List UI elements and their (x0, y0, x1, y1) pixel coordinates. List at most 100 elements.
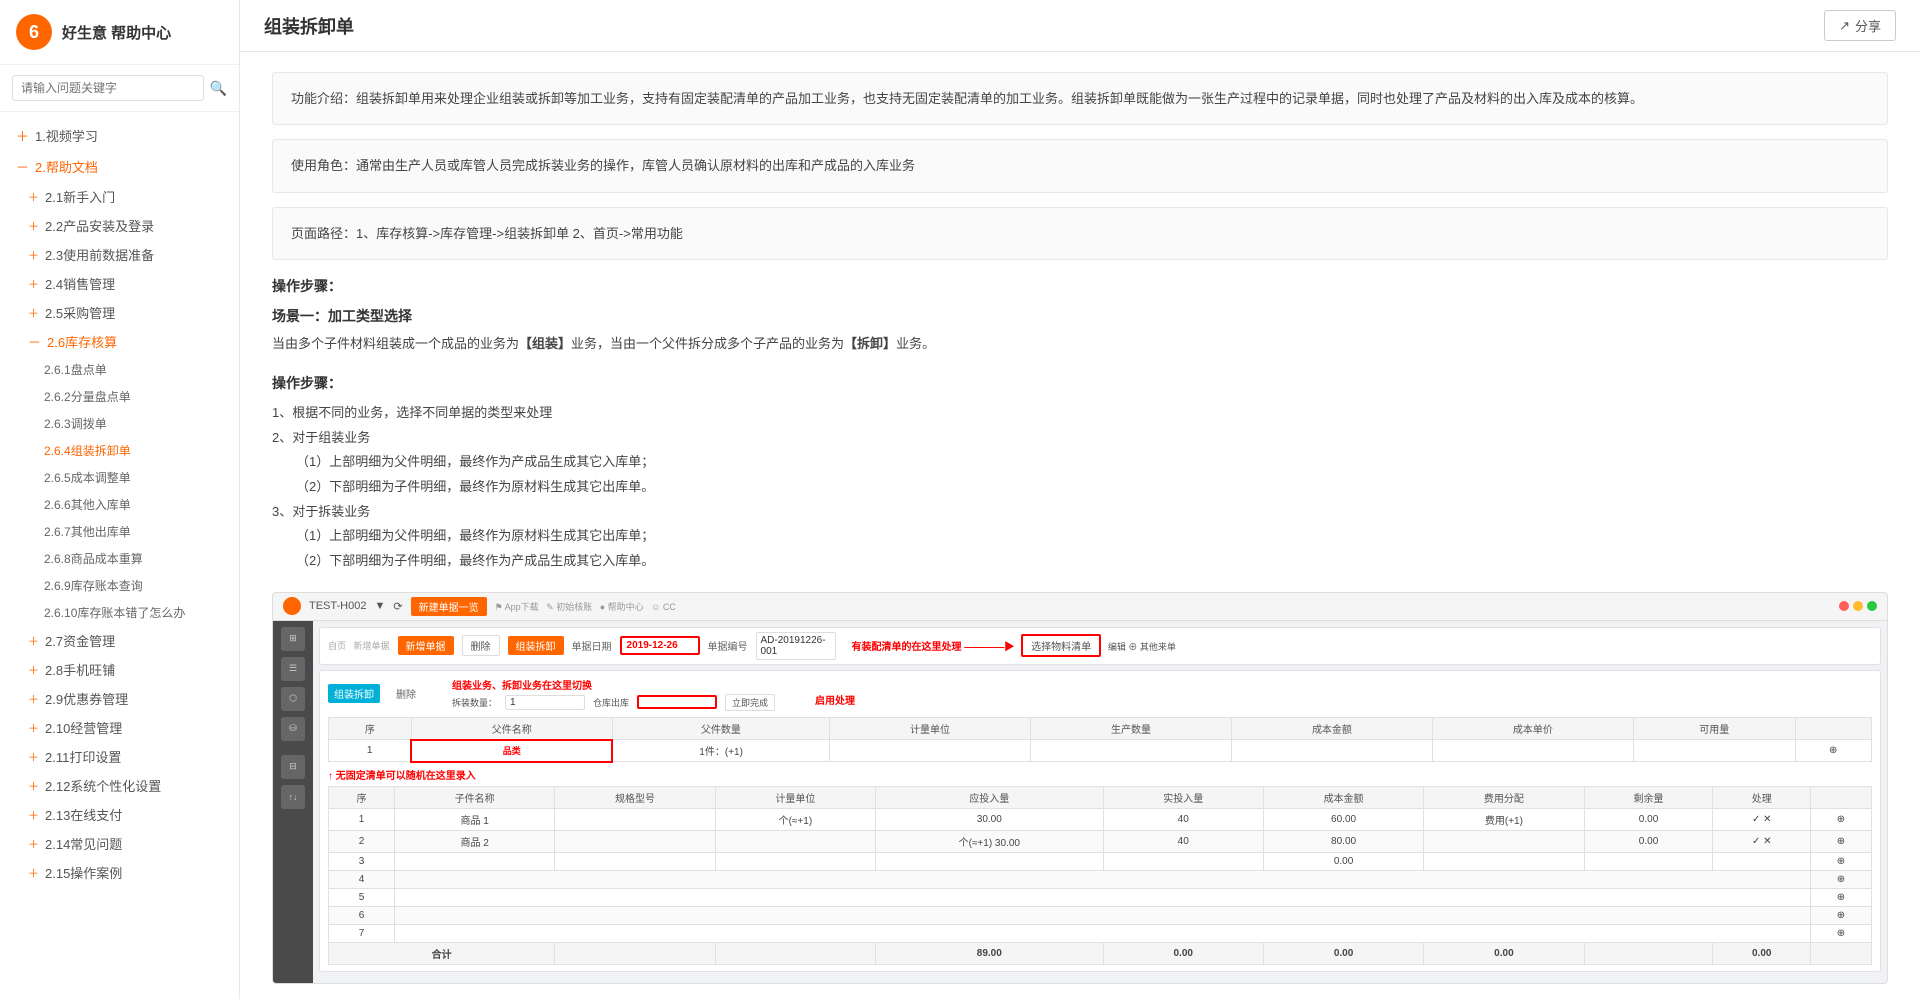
sidebar-item-2-6-6[interactable]: 2.6.6其他入库单 (44, 491, 239, 518)
crow-4-op[interactable]: ⊕ (1810, 870, 1871, 888)
crow-7-empty (395, 924, 1811, 942)
date-label: 单据日期 (572, 638, 612, 653)
crow-6-op[interactable]: ⊕ (1810, 906, 1871, 924)
search-input[interactable] (12, 75, 204, 101)
expand-icon-2-12: ＋ (28, 778, 39, 794)
expand-icon-2-15: ＋ (28, 865, 39, 881)
op-steps-title: 操作步骤： (272, 276, 1888, 296)
crow-1-op[interactable]: ⊕ (1810, 808, 1871, 830)
app-nav-icon-6[interactable]: ↑↓ (281, 785, 305, 809)
wh-value[interactable] (637, 695, 717, 709)
app-logo-icon (283, 597, 301, 615)
crow-7-op[interactable]: ⊕ (1810, 924, 1871, 942)
share-button[interactable]: ↗ 分享 (1824, 10, 1896, 41)
crow-5-op[interactable]: ⊕ (1810, 888, 1871, 906)
sidebar-label-2-6: 2.6库存核算 (47, 332, 117, 351)
footer-total-8: 0.00 (1713, 942, 1810, 964)
sidebar-label-2-3: 2.3使用前数据准备 (45, 245, 154, 264)
app-main-content: 自页 新增单据 新增单据 删除 组装拆卸 单据日期 2019-12-26 单据编… (313, 621, 1887, 983)
sidebar-item-2-6-1[interactable]: 2.6.1盘点单 (44, 356, 239, 383)
tab-org: 组装拆卸 (328, 684, 380, 703)
annotation-btn-1[interactable]: 选择物料清单 (1021, 634, 1101, 657)
app-nav-icon-1[interactable]: ⊞ (281, 627, 305, 651)
toolbar-btns-right: 编辑 ⊕ 其他来单 (1108, 642, 1176, 652)
screenshot-body: ⊞ ☰ ⬡ ⛁ ⊟ ↑↓ 自页 新增单据 新增单据 删除 组装拆卸 (273, 621, 1887, 983)
sidebar-item-2-6-2[interactable]: 2.6.2分量盘点单 (44, 383, 239, 410)
logo-area: 6 好生意 帮助中心 (0, 0, 239, 65)
sidebar-item-2-2[interactable]: ＋ 2.2产品安装及登录 (28, 211, 239, 240)
sidebar-item-2-6-4[interactable]: 2.6.4组装拆卸单 (44, 437, 239, 464)
search-icon[interactable]: 🔍 (210, 80, 227, 97)
crow-6-empty (395, 906, 1811, 924)
screenshot-titlebar: TEST-H002 ▼ ⟳ 新建单据一览 ⚑ App下载 ✎ 初始核账 ● 帮助… (273, 593, 1887, 621)
sidebar-item-2-10[interactable]: ＋ 2.10经营管理 (28, 713, 239, 742)
annotation-area-2: 组装业务、拆卸业务在这里切换 拆装数量： 1 仓库出库 立即完成 (452, 677, 775, 711)
form-row-main: 组装拆卸 删除 组装业务、拆卸业务在这里切换 拆装数量： 1 仓库出库 (328, 677, 1872, 711)
sidebar-item-2-9[interactable]: ＋ 2.9优惠券管理 (28, 684, 239, 713)
new-doc-btn[interactable]: 新建单据一览 (411, 597, 487, 616)
crow-1-proc: ✓ ✕ (1713, 808, 1810, 830)
sidebar-item-1[interactable]: ＋ 1.视频学习 (0, 120, 239, 151)
minimize-btn[interactable] (1853, 601, 1863, 611)
cth-fee: 费用分配 (1424, 786, 1584, 808)
sidebar-item-2-3[interactable]: ＋ 2.3使用前数据准备 (28, 240, 239, 269)
sidebar-item-2-13[interactable]: ＋ 2.13在线支付 (28, 800, 239, 829)
cth-spec: 规格型号 (555, 786, 715, 808)
sidebar-label-2-2: 2.2产品安装及登录 (45, 216, 154, 235)
app-nav-icon-3[interactable]: ⬡ (281, 687, 305, 711)
sidebar-item-2-8[interactable]: ＋ 2.8手机旺铺 (28, 655, 239, 684)
toolbar-btn-new[interactable]: 新增单据 (398, 636, 454, 655)
sidebar-item-2-6-10[interactable]: 2.6.10库存账本错了怎么办 (44, 599, 239, 626)
crow-4-seq: 4 (329, 870, 395, 888)
sidebar-item-2[interactable]: － 2.帮助文档 (0, 151, 239, 182)
refresh-icon: ⟳ (393, 600, 402, 613)
crow-2-unit (715, 830, 875, 852)
annotation-text-2: 组装业务、拆卸业务在这里切换 (452, 681, 592, 692)
sidebar-item-2-15[interactable]: ＋ 2.15操作案例 (28, 858, 239, 887)
crow-3-name (395, 852, 555, 870)
cth-op (1810, 786, 1871, 808)
sidebar-item-2-6-3[interactable]: 2.6.3调拨单 (44, 410, 239, 437)
sidebar-item-2-11[interactable]: ＋ 2.11打印设置 (28, 742, 239, 771)
footer-total-2 (715, 942, 875, 964)
toolbar-btn-assemble[interactable]: 组装拆卸 (508, 636, 564, 655)
crow-3-op[interactable]: ⊕ (1810, 852, 1871, 870)
app-nav-icon-2[interactable]: ☰ (281, 657, 305, 681)
expand-icon-2-3: ＋ (28, 247, 39, 263)
expand-icon-2-10: ＋ (28, 720, 39, 736)
sidebar-item-2-5[interactable]: ＋ 2.5采购管理 (28, 298, 239, 327)
count-value[interactable]: 1 (505, 695, 585, 710)
annotation-area-3: 启用处理 (815, 680, 855, 707)
crow-1-seq: 1 (329, 808, 395, 830)
titlebar-left: TEST-H002 ▼ ⟳ 新建单据一览 ⚑ App下载 ✎ 初始核账 ● 帮助… (283, 597, 676, 616)
crow-1-cost: 60.00 (1263, 808, 1423, 830)
maximize-btn[interactable] (1867, 601, 1877, 611)
doc-value: AD-20191226-001 (756, 632, 836, 660)
toolbar-btn-delete[interactable]: 删除 (462, 635, 500, 656)
th-parent-qty: 父件数量 (612, 717, 829, 740)
th-unit: 计量单位 (829, 717, 1030, 740)
sidebar-item-2-7[interactable]: ＋ 2.7资金管理 (28, 626, 239, 655)
sidebar-item-2-6-7[interactable]: 2.6.7其他出库单 (44, 518, 239, 545)
footer-total-6: 0.00 (1424, 942, 1584, 964)
app-nav-icon-5[interactable]: ⊟ (281, 755, 305, 779)
confirm-btn[interactable]: 立即完成 (725, 694, 775, 711)
close-btn[interactable] (1839, 601, 1849, 611)
sidebar-item-2-12[interactable]: ＋ 2.12系统个性化设置 (28, 771, 239, 800)
app-nav-icon-4[interactable]: ⛁ (281, 717, 305, 741)
sidebar-item-2-6[interactable]: － 2.6库存核算 (28, 327, 239, 356)
sidebar-item-2-6-8[interactable]: 2.6.8商品成本重算 (44, 545, 239, 572)
crow-2-fee (1424, 830, 1584, 852)
sidebar-label-1: 1.视频学习 (35, 126, 98, 145)
sidebar-item-2-4[interactable]: ＋ 2.4销售管理 (28, 269, 239, 298)
child-row-6: 6 ⊕ (329, 906, 1872, 924)
cth-child-name: 子件名称 (395, 786, 555, 808)
sidebar-item-2-6-9[interactable]: 2.6.9库存账本查询 (44, 572, 239, 599)
crow-2-op[interactable]: ⊕ (1810, 830, 1871, 852)
sidebar-item-2-1[interactable]: ＋ 2.1新手入门 (28, 182, 239, 211)
crow-2-seq: 2 (329, 830, 395, 852)
sidebar-item-2-6-5[interactable]: 2.6.5成本调整单 (44, 464, 239, 491)
sidebar-item-2-14[interactable]: ＋ 2.14常见问题 (28, 829, 239, 858)
footer-total-4: 0.00 (1103, 942, 1263, 964)
crow-2-name: 商品 2 (395, 830, 555, 852)
